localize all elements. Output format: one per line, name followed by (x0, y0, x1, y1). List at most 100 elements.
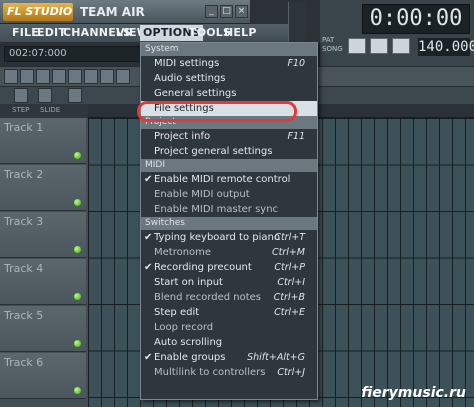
track-led-icon[interactable] (74, 293, 81, 300)
track-header[interactable]: Track 1 (0, 118, 86, 164)
close-button[interactable]: × (235, 5, 248, 18)
shortcut: Shift+Alt+G (247, 352, 305, 363)
song-label: SONG (322, 45, 343, 53)
slide-label[interactable]: SLIDE (40, 106, 60, 114)
section-switches: Switches (141, 217, 317, 230)
track-name: Track 5 (4, 309, 44, 322)
track-header[interactable]: Track 3 (0, 212, 86, 258)
tempo-display[interactable]: 140.000 (418, 38, 474, 56)
shortcut: Ctrl+E (274, 307, 305, 318)
stop-button[interactable] (370, 38, 388, 54)
menu-item-label: Blend recorded notes (154, 292, 262, 303)
track-led-icon[interactable] (74, 340, 81, 347)
menu-item-label: Project info (154, 131, 211, 142)
shortcut: Ctrl+J (277, 367, 305, 378)
menu-item-enable-midi-remote[interactable]: ✔ Enable MIDI remote control (141, 172, 317, 187)
track-name: Track 2 (4, 168, 44, 181)
menu-item-label: Recording precount (154, 262, 252, 273)
track-name: Track 6 (4, 356, 44, 369)
menu-item-label: Metronome (154, 247, 212, 258)
brush-icon[interactable] (52, 69, 66, 84)
piano-roll-icon[interactable] (68, 88, 82, 103)
menu-item-start-on-input[interactable]: Start on input Ctrl+I (141, 275, 317, 290)
select-icon[interactable] (100, 69, 114, 84)
menu-item-label: Typing keyboard to piano (154, 232, 280, 243)
time-display: 0:00:00 (362, 4, 470, 34)
menu-item-label: General settings (154, 88, 237, 99)
watermark: fierymusic.ru (361, 385, 466, 401)
menu-item-enable-midi-master-sync[interactable]: Enable MIDI master sync (141, 202, 317, 217)
menu-item-recording-precount[interactable]: ✔ Recording precount Ctrl+P (141, 260, 317, 275)
minimize-button[interactable]: _ (205, 5, 218, 18)
menu-edit[interactable]: EDIT (37, 26, 66, 39)
menu-bar: FILE EDIT CHANNELS VIEW OPTIONS TOOLS HE… (0, 24, 290, 42)
check-icon: ✔ (144, 232, 153, 243)
track-led-icon[interactable] (74, 199, 81, 206)
menu-item-loop-record[interactable]: Loop record (141, 320, 317, 335)
check-icon: ✔ (144, 174, 153, 185)
track-header[interactable]: Track 5 (0, 306, 86, 352)
menu-item-label: MIDI settings (154, 58, 220, 69)
menu-item-project-info[interactable]: Project info F11 (141, 129, 317, 144)
shortcut: Ctrl+P (274, 262, 305, 273)
menu-item-label: Audio settings (154, 73, 226, 84)
menu-item-label: Multilink to controllers (154, 367, 266, 378)
maximize-button[interactable]: □ (220, 5, 233, 18)
delete-icon[interactable] (68, 69, 82, 84)
magnet-icon[interactable] (4, 69, 18, 84)
section-midi: MIDI (141, 159, 317, 172)
options-dropdown: System MIDI settings F10 Audio settings … (140, 42, 318, 400)
shortcut: F11 (287, 131, 305, 142)
track-name: Track 3 (4, 215, 44, 228)
shortcut: Ctrl+I (277, 277, 305, 288)
menu-item-midi-settings[interactable]: MIDI settings F10 (141, 56, 317, 71)
settings-icon[interactable] (14, 88, 28, 103)
record-button[interactable] (392, 38, 410, 54)
menu-item-auto-scrolling[interactable]: Auto scrolling (141, 335, 317, 350)
step-label[interactable]: STEP (12, 106, 29, 114)
zoom-icon[interactable] (116, 69, 130, 84)
menu-item-label: Enable groups (154, 352, 226, 363)
menu-help[interactable]: HELP (224, 26, 257, 39)
track-name: Track 4 (4, 262, 44, 275)
menu-item-label: Project general settings (154, 146, 273, 157)
menu-item-audio-settings[interactable]: Audio settings (141, 71, 317, 86)
menu-item-project-general-settings[interactable]: Project general settings (141, 144, 317, 159)
check-icon: ✔ (144, 352, 153, 363)
menu-item-label: Auto scrolling (154, 337, 223, 348)
shortcut: Ctrl+B (273, 292, 305, 303)
pat-song-switch[interactable]: PAT SONG (322, 36, 343, 54)
play-button[interactable] (348, 38, 366, 54)
menu-item-typing-keyboard[interactable]: ✔ Typing keyboard to piano Ctrl+T (141, 230, 317, 245)
shortcut: F10 (287, 58, 305, 69)
section-system: System (141, 43, 317, 56)
app-title: TEAM AIR (80, 5, 145, 19)
title-bar: FL STUDIO TEAM AIR _ □ × (0, 0, 250, 24)
menu-item-label: Enable MIDI remote control (154, 174, 291, 185)
menu-item-label: Start on input (154, 277, 223, 288)
track-header[interactable]: Track 2 (0, 165, 86, 211)
track-led-icon[interactable] (74, 152, 81, 159)
menu-item-metronome[interactable]: Metronome Ctrl+M (141, 245, 317, 260)
tool-icon[interactable] (20, 69, 34, 84)
menu-file[interactable]: FILE (12, 26, 39, 39)
graph-icon[interactable] (38, 88, 52, 103)
track-led-icon[interactable] (74, 246, 81, 253)
track-list: Track 1 Track 2 Track 3 Track 4 Track 5 … (0, 118, 88, 407)
menu-item-multilink-controllers[interactable]: Multilink to controllers Ctrl+J (141, 365, 317, 380)
pencil-icon[interactable] (36, 69, 50, 84)
menu-item-general-settings[interactable]: General settings (141, 86, 317, 101)
track-led-icon[interactable] (74, 387, 81, 394)
menu-item-blend-recorded-notes[interactable]: Blend recorded notes Ctrl+B (141, 290, 317, 305)
menu-item-label: Step edit (154, 307, 200, 318)
menu-item-enable-groups[interactable]: ✔ Enable groups Shift+Alt+G (141, 350, 317, 365)
track-name: Track 1 (4, 121, 44, 134)
track-header[interactable]: Track 4 (0, 259, 86, 305)
track-header[interactable]: Track 6 (0, 353, 86, 399)
hint-bar: 002:07:000 (4, 46, 144, 62)
menu-item-step-edit[interactable]: Step edit Ctrl+E (141, 305, 317, 320)
menu-item-enable-midi-output[interactable]: Enable MIDI output (141, 187, 317, 202)
highlight-ring (137, 101, 297, 122)
mute-icon[interactable] (84, 69, 98, 84)
menu-item-label: Enable MIDI master sync (154, 204, 279, 215)
